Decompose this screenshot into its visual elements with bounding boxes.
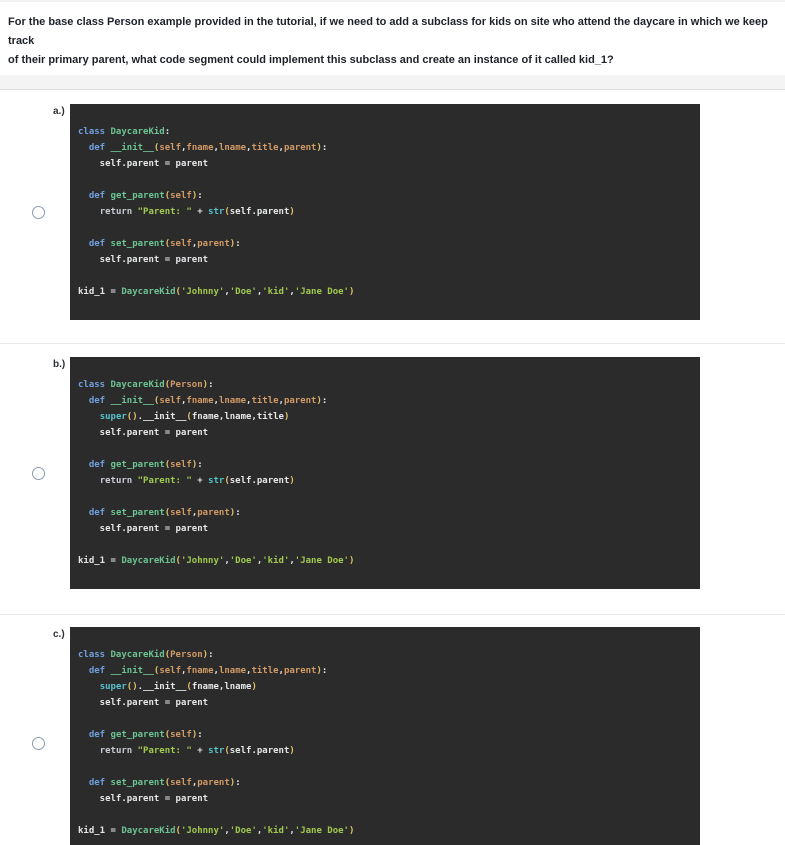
option-a-radio-column — [0, 104, 70, 320]
code-line: kid_1 = DaycareKid('Johnny','Doe','kid',… — [78, 823, 692, 839]
code-line: def get_parent(self): — [78, 188, 692, 204]
code-line: def __init__(self,fname,lname,title,pare… — [78, 393, 692, 409]
code-line: return "Parent: " + str(self.parent) — [78, 204, 692, 220]
option-b-label: b.) — [53, 359, 65, 370]
code-line — [78, 268, 692, 284]
section-divider-strip — [0, 75, 785, 90]
option-a-code-block: class DaycareKid: def __init__(self,fnam… — [70, 104, 700, 320]
code-line: kid_1 = DaycareKid('Johnny','Doe','kid',… — [78, 553, 692, 569]
code-line: class DaycareKid(Person): — [78, 647, 692, 663]
code-line: def set_parent(self,parent): — [78, 236, 692, 252]
option-a-radio-button[interactable] — [32, 206, 45, 219]
code-line — [78, 807, 692, 823]
option-a-body: a.) class DaycareKid: def __init__(self,… — [70, 104, 700, 320]
code-line — [78, 759, 692, 775]
code-line — [78, 441, 692, 457]
code-line: self.parent = parent — [78, 695, 692, 711]
question-text-line1: For the base class Person example provid… — [8, 13, 777, 51]
code-line — [78, 489, 692, 505]
code-line: self.parent = parent — [78, 521, 692, 537]
code-line: def get_parent(self): — [78, 727, 692, 743]
option-c-radio-column — [0, 627, 70, 845]
code-line: kid_1 = DaycareKid('Johnny','Doe','kid',… — [78, 284, 692, 300]
code-line — [78, 711, 692, 727]
code-line — [78, 537, 692, 553]
question-section: For the base class Person example provid… — [0, 2, 785, 70]
option-c-radio-button[interactable] — [32, 737, 45, 750]
option-c-label: c.) — [53, 629, 65, 640]
code-line: self.parent = parent — [78, 425, 692, 441]
code-line: def set_parent(self,parent): — [78, 505, 692, 521]
answer-option-b: b.) class DaycareKid(Person): def __init… — [0, 344, 785, 615]
code-line: super().__init__(fname,lname,title) — [78, 409, 692, 425]
code-line: def get_parent(self): — [78, 457, 692, 473]
code-line — [78, 220, 692, 236]
option-b-radio-column — [0, 357, 70, 589]
code-line: self.parent = parent — [78, 156, 692, 172]
option-b-body: b.) class DaycareKid(Person): def __init… — [70, 357, 700, 589]
option-b-code-block: class DaycareKid(Person): def __init__(s… — [70, 357, 700, 589]
code-line: self.parent = parent — [78, 791, 692, 807]
code-line: def __init__(self,fname,lname,title,pare… — [78, 663, 692, 679]
answer-option-c: c.) class DaycareKid(Person): def __init… — [0, 615, 785, 845]
option-b-radio-button[interactable] — [32, 467, 45, 480]
code-line: super().__init__(fname,lname) — [78, 679, 692, 695]
code-line — [78, 172, 692, 188]
code-line: def __init__(self,fname,lname,title,pare… — [78, 140, 692, 156]
code-line: return "Parent: " + str(self.parent) — [78, 473, 692, 489]
code-line: class DaycareKid: — [78, 124, 692, 140]
question-text-line2: of their primary parent, what code segme… — [8, 51, 777, 70]
code-line: self.parent = parent — [78, 252, 692, 268]
option-c-body: c.) class DaycareKid(Person): def __init… — [70, 627, 700, 845]
answer-options: a.) class DaycareKid: def __init__(self,… — [0, 90, 785, 845]
code-line: def set_parent(self,parent): — [78, 775, 692, 791]
code-line: return "Parent: " + str(self.parent) — [78, 743, 692, 759]
answer-option-a: a.) class DaycareKid: def __init__(self,… — [0, 90, 785, 344]
code-line: class DaycareKid(Person): — [78, 377, 692, 393]
option-a-label: a.) — [53, 106, 65, 117]
option-c-code-block: class DaycareKid(Person): def __init__(s… — [70, 627, 700, 845]
